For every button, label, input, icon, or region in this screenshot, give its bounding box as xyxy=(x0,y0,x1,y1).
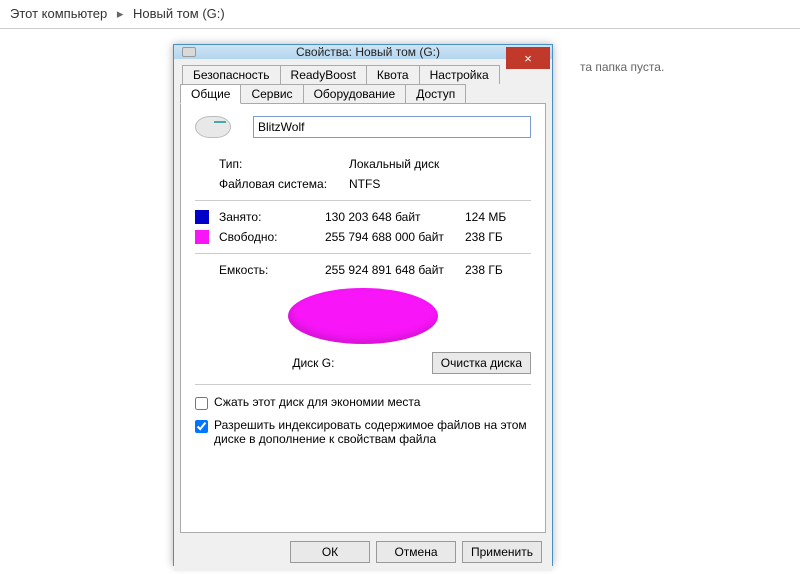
index-checkbox-row[interactable]: Разрешить индексировать содержимое файло… xyxy=(195,418,531,446)
fs-label: Файловая система: xyxy=(219,177,349,191)
tab-readyboost[interactable]: ReadyBoost xyxy=(280,65,367,84)
titlebar[interactable]: Свойства: Новый том (G:) × xyxy=(174,45,552,59)
tab-general[interactable]: Общие xyxy=(180,84,241,104)
cancel-button[interactable]: Отмена xyxy=(376,541,456,563)
capacity-label: Емкость: xyxy=(219,263,325,277)
close-button[interactable]: × xyxy=(506,47,550,69)
divider xyxy=(195,384,531,385)
tab-security[interactable]: Безопасность xyxy=(182,65,281,84)
tab-sharing[interactable]: Доступ xyxy=(405,84,466,103)
tab-customize[interactable]: Настройка xyxy=(419,65,500,84)
used-label: Занято: xyxy=(219,210,325,224)
compress-checkbox-row[interactable]: Сжать этот диск для экономии места xyxy=(195,395,531,410)
free-label: Свободно: xyxy=(219,230,325,244)
compress-checkbox[interactable] xyxy=(195,397,208,410)
divider xyxy=(195,200,531,201)
breadcrumb: Этот компьютер ▸ Новый том (G:) xyxy=(0,0,800,29)
used-swatch-icon xyxy=(195,210,209,224)
dialog-title: Свойства: Новый том (G:) xyxy=(184,45,552,59)
volume-name-input[interactable] xyxy=(253,116,531,138)
used-bytes: 130 203 648 байт xyxy=(325,210,465,224)
used-short: 124 МБ xyxy=(465,210,525,224)
breadcrumb-this-pc[interactable]: Этот компьютер xyxy=(10,6,107,21)
divider xyxy=(195,253,531,254)
pie-caption: Диск G: xyxy=(195,356,432,370)
pie-icon xyxy=(288,288,438,344)
apply-button[interactable]: Применить xyxy=(462,541,542,563)
tab-hardware[interactable]: Оборудование xyxy=(303,84,407,103)
tab-content-general: Тип: Локальный диск Файловая система: NT… xyxy=(180,103,546,533)
tabs-row-bottom: Общие Сервис Оборудование Доступ xyxy=(180,84,546,103)
capacity-short: 238 ГБ xyxy=(465,263,525,277)
compress-label: Сжать этот диск для экономии места xyxy=(214,395,420,409)
free-swatch-icon xyxy=(195,230,209,244)
free-bytes: 255 794 688 000 байт xyxy=(325,230,465,244)
free-short: 238 ГБ xyxy=(465,230,525,244)
type-label: Тип: xyxy=(219,157,349,171)
breadcrumb-volume[interactable]: Новый том (G:) xyxy=(133,6,225,21)
tabs: Безопасность ReadyBoost Квота Настройка … xyxy=(174,59,552,533)
empty-folder-message: та папка пуста. xyxy=(580,60,664,74)
usage-pie-chart xyxy=(195,288,531,344)
dialog-footer: ОК Отмена Применить xyxy=(174,533,552,571)
drive-large-icon xyxy=(195,116,231,138)
index-checkbox[interactable] xyxy=(195,420,208,433)
tabs-row-top: Безопасность ReadyBoost Квота Настройка xyxy=(182,65,546,84)
tab-tools[interactable]: Сервис xyxy=(240,84,303,103)
fs-value: NTFS xyxy=(349,177,380,191)
index-label: Разрешить индексировать содержимое файло… xyxy=(214,418,531,446)
type-value: Локальный диск xyxy=(349,157,439,171)
ok-button[interactable]: ОК xyxy=(290,541,370,563)
chevron-right-icon: ▸ xyxy=(117,6,124,21)
capacity-bytes: 255 924 891 648 байт xyxy=(325,263,465,277)
tab-quota[interactable]: Квота xyxy=(366,65,420,84)
properties-dialog: Свойства: Новый том (G:) × Безопасность … xyxy=(173,44,553,566)
disk-cleanup-button[interactable]: Очистка диска xyxy=(432,352,531,374)
